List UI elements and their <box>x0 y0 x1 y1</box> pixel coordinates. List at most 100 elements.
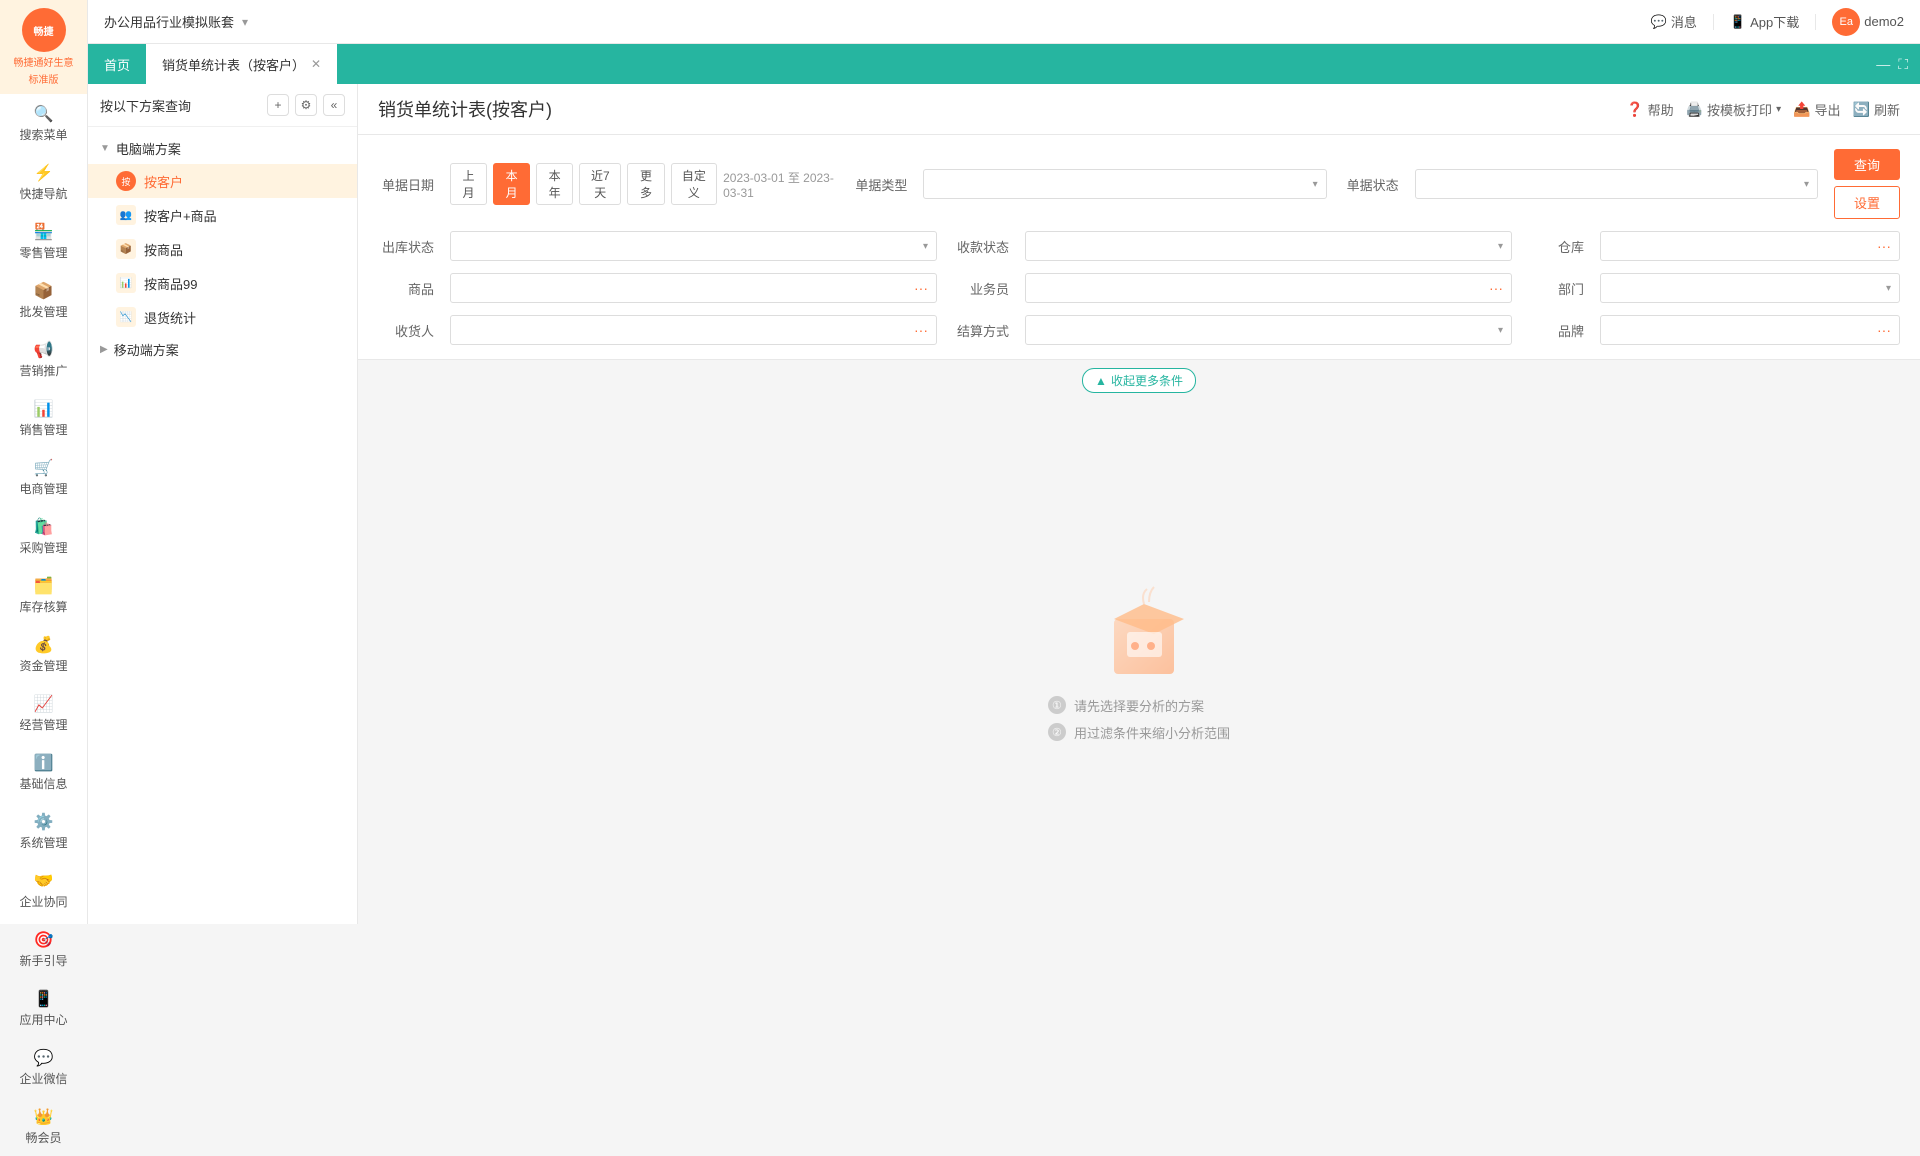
tab-sales-stats[interactable]: 销货单统计表（按客户） ✕ <box>146 44 337 84</box>
sidebar-item-label: 资金管理 <box>19 657 67 674</box>
sidebar-item-label: 快捷导航 <box>19 185 67 202</box>
page-title-bar: 销货单统计表(按客户) ❓ 帮助 🖨️ 按模板打印 ▾ 📤 导出 <box>358 84 1920 135</box>
sidebar-item-label: 经营管理 <box>19 716 67 733</box>
payment-select[interactable]: ▾ <box>1025 315 1512 345</box>
header-dropdown-arrow[interactable]: ▾ <box>242 15 248 29</box>
tree-item-by-product99[interactable]: 📊 按商品99 <box>88 266 357 300</box>
sidebar-item-label: 采购管理 <box>19 539 67 556</box>
tab-close-icon[interactable]: ✕ <box>311 57 321 71</box>
empty-hints: ① 请先选择要分析的方案 ② 用过滤条件来缩小分析范围 <box>1048 696 1230 742</box>
date-btn-this-year[interactable]: 本年 <box>536 163 573 205</box>
sidebar-item-purchase[interactable]: 🛍️ 采购管理 <box>0 507 87 566</box>
sidebar-item-label: 基础信息 <box>19 775 67 792</box>
tab-home[interactable]: 首页 <box>88 44 146 84</box>
sidebar-item-retail[interactable]: 🏪 零售管理 <box>0 212 87 271</box>
tree-item-by-product[interactable]: 📦 按商品 <box>88 232 357 266</box>
settings-button[interactable]: 设置 <box>1834 186 1900 219</box>
collapse-panel-button[interactable]: « <box>323 94 345 116</box>
sidebar-item-member[interactable]: 👑 畅会员 <box>0 1097 87 1156</box>
date-btn-custom[interactable]: 自定义 <box>671 163 718 205</box>
tab-sales-stats-label: 销货单统计表（按客户） <box>162 55 305 74</box>
staff-dots-icon[interactable]: ··· <box>1489 280 1503 296</box>
consignee-select[interactable]: ··· <box>450 315 937 345</box>
doc-status-label: 单据状态 <box>1343 175 1399 194</box>
tree-item-by-customer[interactable]: 按 按客户 <box>88 164 357 198</box>
empty-svg <box>1089 584 1209 684</box>
doc-status-select[interactable]: ▾ <box>1415 169 1818 199</box>
sidebar-item-shortcut[interactable]: ⚡ 快捷导航 <box>0 153 87 212</box>
refresh-button[interactable]: 🔄 刷新 <box>1853 100 1900 119</box>
empty-hint-1: ① 请先选择要分析的方案 <box>1048 696 1230 715</box>
sidebar-item-label: 企业协同 <box>19 893 67 910</box>
sidebar-item-finance[interactable]: 💰 资金管理 <box>0 625 87 684</box>
sidebar-item-inventory[interactable]: 🗂️ 库存核算 <box>0 566 87 625</box>
sidebar-item-search[interactable]: 🔍 搜索菜单 <box>0 94 87 153</box>
dept-select[interactable]: ▾ <box>1600 273 1900 303</box>
receipt-status-select[interactable]: ▾ <box>1025 231 1512 261</box>
message-button[interactable]: 💬 消息 <box>1651 12 1697 31</box>
logo-sub: 标准版 <box>29 71 59 86</box>
consignee-dots-icon[interactable]: ··· <box>914 322 928 338</box>
product-dots-icon[interactable]: ··· <box>914 280 928 296</box>
refresh-label: 刷新 <box>1874 100 1900 119</box>
sidebar-item-wechat[interactable]: 💬 企业微信 <box>0 1038 87 1097</box>
sidebar-item-wholesale[interactable]: 📦 批发管理 <box>0 271 87 330</box>
staff-select[interactable]: ··· <box>1025 273 1512 303</box>
sidebar-item-label: 新手引导 <box>19 952 67 969</box>
app-download-button[interactable]: 📱 App下载 <box>1730 12 1799 31</box>
date-btn-this-month[interactable]: 本月 <box>493 163 530 205</box>
collapse-up-icon: ▲ <box>1095 374 1107 388</box>
brand-select[interactable]: ··· <box>1600 315 1900 345</box>
sidebar: 畅捷 畅捷通好生意 标准版 🔍 搜索菜单 ⚡ 快捷导航 🏪 零售管理 📦 批发管… <box>0 0 88 924</box>
doc-type-select[interactable]: ▾ <box>923 169 1326 199</box>
payment-dropdown-icon: ▾ <box>1498 325 1503 336</box>
tree-mobile-label: 移动端方案 <box>114 340 179 359</box>
user-profile[interactable]: Ea demo2 <box>1832 8 1904 36</box>
wechat-icon: 💬 <box>34 1048 54 1068</box>
tree-item-return-stats[interactable]: 📉 退货统计 <box>88 300 357 334</box>
tab-bar-maximize-icon[interactable]: ⛶ <box>1898 56 1908 73</box>
warehouse-label: 仓库 <box>1528 237 1584 256</box>
header-title: 办公用品行业模拟账套 <box>104 12 234 31</box>
brand-dots-icon[interactable]: ··· <box>1877 322 1891 338</box>
warehouse-select[interactable]: ··· <box>1600 231 1900 261</box>
tree-mobile-parent[interactable]: ▶ 移动端方案 <box>88 334 357 365</box>
query-button[interactable]: 查询 <box>1834 149 1900 180</box>
filter-row-2: 出库状态 ▾ 收款状态 ▾ 仓库 ··· <box>378 231 1900 261</box>
out-status-select[interactable]: ▾ <box>450 231 937 261</box>
sidebar-item-label: 批发管理 <box>19 303 67 320</box>
main-content: 办公用品行业模拟账套 ▾ 💬 消息 📱 App下载 Ea demo2 <box>88 0 1920 924</box>
collapse-more-button[interactable]: ▲ 收起更多条件 <box>1082 368 1196 393</box>
help-label: 帮助 <box>1648 100 1674 119</box>
date-btn-last7[interactable]: 近7天 <box>579 163 621 205</box>
tree-item-label: 按客户 <box>144 172 183 191</box>
sidebar-item-sales[interactable]: 📊 销售管理 <box>0 389 87 448</box>
sidebar-item-marketing[interactable]: 📢 营销推广 <box>0 330 87 389</box>
sidebar-item-basic[interactable]: ℹ️ 基础信息 <box>0 743 87 802</box>
sidebar-item-apps[interactable]: 📱 应用中心 <box>0 979 87 1038</box>
product-select[interactable]: ··· <box>450 273 937 303</box>
add-scheme-button[interactable]: + <box>267 94 289 116</box>
date-btn-last-month[interactable]: 上月 <box>450 163 487 205</box>
left-panel: 按以下方案查询 + ⚙ « ▼ 电脑端方案 按 按客户 👥 <box>88 84 358 924</box>
sidebar-item-label: 畅会员 <box>25 1129 61 1146</box>
tree-item-by-customer-product[interactable]: 👥 按客户+商品 <box>88 198 357 232</box>
sidebar-item-operation[interactable]: 📈 经营管理 <box>0 684 87 743</box>
date-btn-more[interactable]: 更多 <box>627 163 664 205</box>
warehouse-dots-icon[interactable]: ··· <box>1877 238 1891 254</box>
export-button[interactable]: 📤 导出 <box>1793 100 1840 119</box>
logo-text: 畅捷通好生意 <box>14 54 74 69</box>
sidebar-item-newbie[interactable]: 🎯 新手引导 <box>0 920 87 979</box>
help-button[interactable]: ❓ 帮助 <box>1626 100 1673 119</box>
tree-desktop-parent[interactable]: ▼ 电脑端方案 <box>88 133 357 164</box>
template-print-button[interactable]: 🖨️ 按模板打印 ▾ <box>1686 100 1781 119</box>
sidebar-item-ecommerce[interactable]: 🛒 电商管理 <box>0 448 87 507</box>
tab-bar-minimize-icon[interactable]: — <box>1876 56 1890 72</box>
message-icon: 💬 <box>1651 14 1667 30</box>
content-area: 按以下方案查询 + ⚙ « ▼ 电脑端方案 按 按客户 👥 <box>88 84 1920 924</box>
settings-scheme-button[interactable]: ⚙ <box>295 94 317 116</box>
retail-icon: 🏪 <box>34 222 54 242</box>
right-panel: 销货单统计表(按客户) ❓ 帮助 🖨️ 按模板打印 ▾ 📤 导出 <box>358 84 1920 924</box>
sidebar-item-system[interactable]: ⚙️ 系统管理 <box>0 802 87 861</box>
sidebar-item-enterprise[interactable]: 🤝 企业协同 <box>0 861 87 920</box>
